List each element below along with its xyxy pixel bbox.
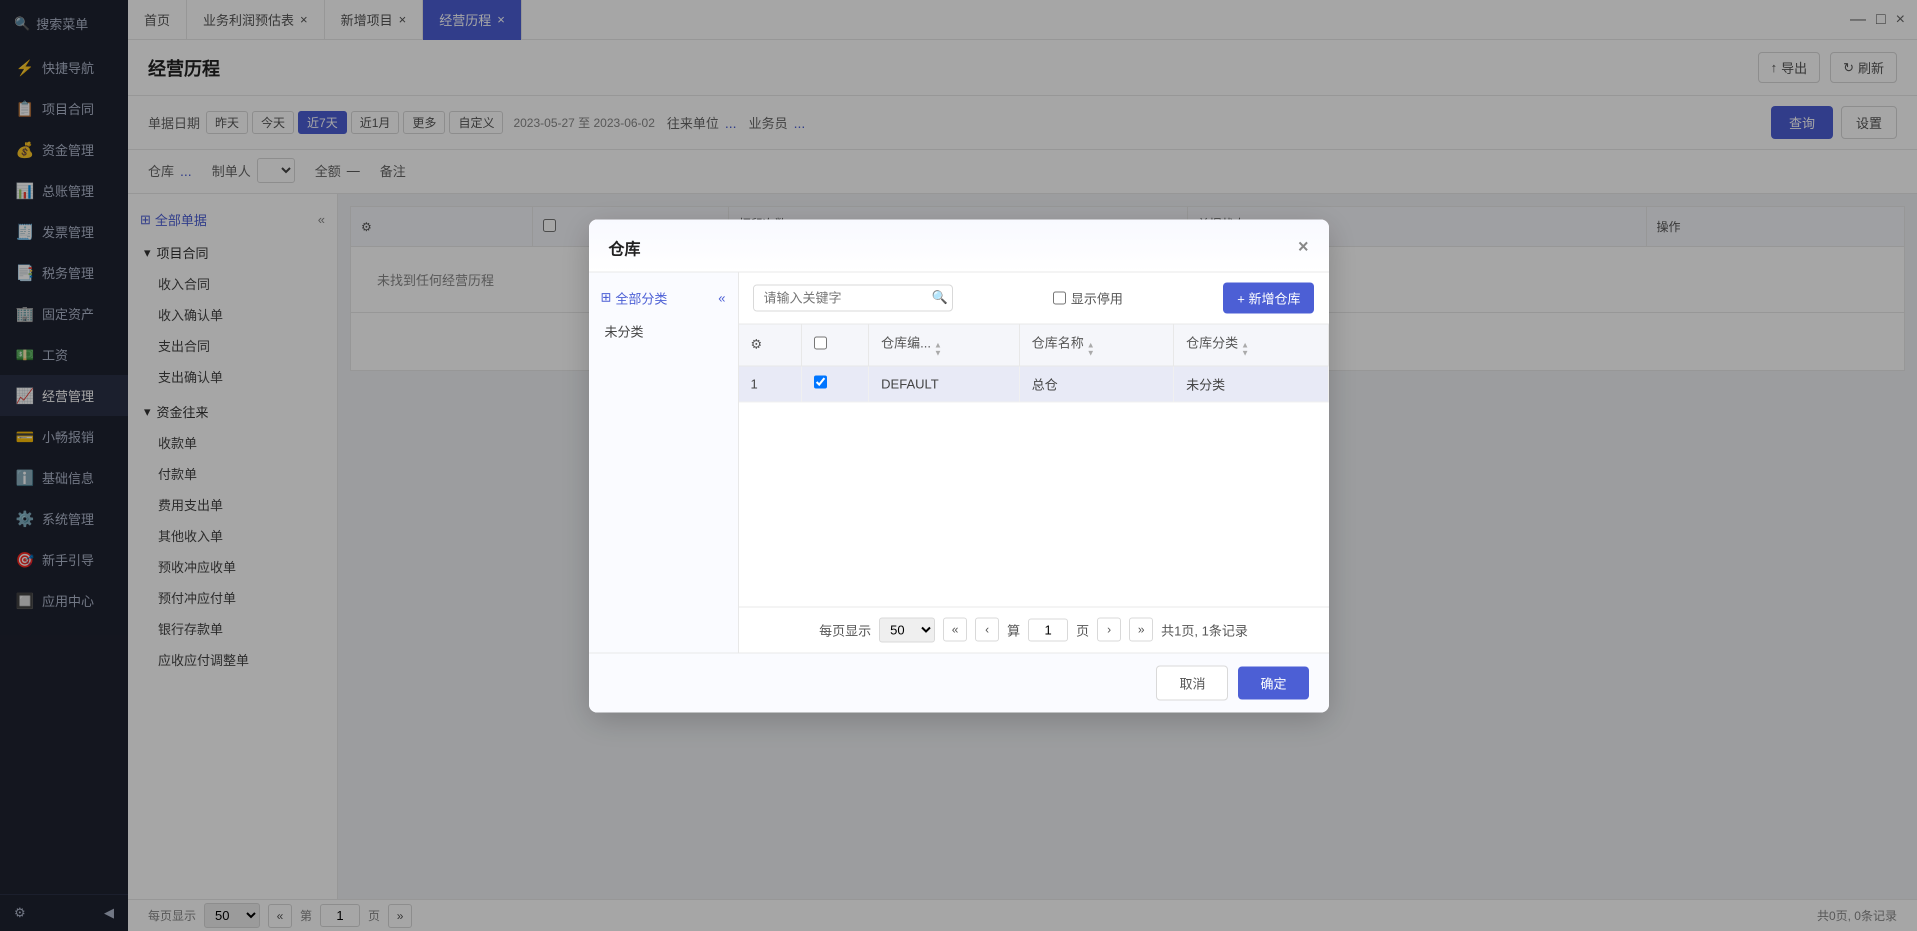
modal-page-size-label: 每页显示 bbox=[819, 620, 871, 639]
modal-select-all[interactable] bbox=[814, 337, 827, 350]
row-name: 总仓 bbox=[1019, 366, 1173, 402]
grid-icon-modal: ⊞ bbox=[601, 290, 612, 306]
modal-close-button[interactable]: × bbox=[1298, 237, 1309, 258]
modal-th-settings[interactable]: ⚙ bbox=[739, 324, 802, 366]
modal-th-code[interactable]: 仓库编...▲▼ bbox=[869, 324, 1020, 366]
modal-toolbar: 🔍 显示停用 + 新增仓库 bbox=[739, 272, 1329, 324]
warehouse-modal: 仓库 × ⊞ 全部分类 « 未分类 🔍 bbox=[589, 219, 1329, 712]
modal-th-name[interactable]: 仓库名称▲▼ bbox=[1019, 324, 1173, 366]
modal-last-page-btn[interactable]: » bbox=[1129, 618, 1153, 642]
modal-footer: 取消 确定 bbox=[589, 652, 1329, 712]
modal-total-label: 共1页, 1条记录 bbox=[1161, 620, 1248, 639]
modal-left-header: ⊞ 全部分类 « bbox=[589, 282, 738, 313]
modal-page-size-select[interactable]: 50 100 bbox=[879, 617, 935, 642]
table-row[interactable]: 1 DEFAULT 总仓 未分类 bbox=[739, 366, 1329, 402]
add-warehouse-button[interactable]: + 新增仓库 bbox=[1223, 282, 1314, 313]
cancel-button[interactable]: 取消 bbox=[1156, 665, 1228, 700]
modal-header: 仓库 × bbox=[589, 219, 1329, 272]
modal-body: ⊞ 全部分类 « 未分类 🔍 显示停用 + 新 bbox=[589, 272, 1329, 652]
modal-th-category[interactable]: 仓库分类▲▼ bbox=[1174, 324, 1328, 366]
confirm-button[interactable]: 确定 bbox=[1238, 666, 1308, 699]
row-checkbox[interactable] bbox=[814, 376, 827, 389]
modal-uncategorized-label: 未分类 bbox=[605, 324, 644, 339]
modal-page-label: 页 bbox=[1076, 620, 1089, 639]
modal-search-box: 🔍 bbox=[753, 284, 953, 311]
row-code: DEFAULT bbox=[869, 366, 1020, 402]
modal-expand-icon[interactable]: « bbox=[718, 290, 725, 305]
row-category: 未分类 bbox=[1174, 366, 1328, 402]
search-icon-modal[interactable]: 🔍 bbox=[924, 290, 953, 306]
row-checkbox-cell[interactable] bbox=[802, 366, 869, 402]
show-disabled-label[interactable]: 显示停用 bbox=[1053, 288, 1123, 307]
modal-first-page-btn[interactable]: « bbox=[943, 618, 967, 642]
modal-table: ⚙ 仓库编...▲▼ 仓库名称▲▼ 仓库分类▲▼ bbox=[739, 324, 1329, 402]
modal-left-panel: ⊞ 全部分类 « 未分类 bbox=[589, 272, 739, 652]
row-id: 1 bbox=[739, 366, 802, 402]
modal-prev-page-btn[interactable]: ‹ bbox=[975, 618, 999, 642]
modal-next-page-btn[interactable]: › bbox=[1097, 618, 1121, 642]
modal-page-input[interactable] bbox=[1028, 618, 1068, 641]
add-warehouse-label: + 新增仓库 bbox=[1237, 288, 1300, 307]
modal-all-category[interactable]: 全部分类 bbox=[615, 288, 667, 307]
show-disabled-text: 显示停用 bbox=[1071, 288, 1123, 307]
modal-th-checkbox[interactable] bbox=[802, 324, 869, 366]
modal-page-separator: 算 bbox=[1007, 620, 1020, 639]
modal-title: 仓库 bbox=[609, 235, 641, 259]
modal-pagination: 每页显示 50 100 « ‹ 算 页 › » 共1页, 1条记录 bbox=[739, 606, 1329, 652]
modal-search-input[interactable] bbox=[754, 285, 924, 310]
show-disabled-checkbox[interactable] bbox=[1053, 291, 1066, 304]
modal-right-panel: 🔍 显示停用 + 新增仓库 ⚙ bbox=[739, 272, 1329, 652]
modal-uncategorized[interactable]: 未分类 bbox=[589, 313, 738, 348]
modal-table-wrap: ⚙ 仓库编...▲▼ 仓库名称▲▼ 仓库分类▲▼ bbox=[739, 324, 1329, 606]
